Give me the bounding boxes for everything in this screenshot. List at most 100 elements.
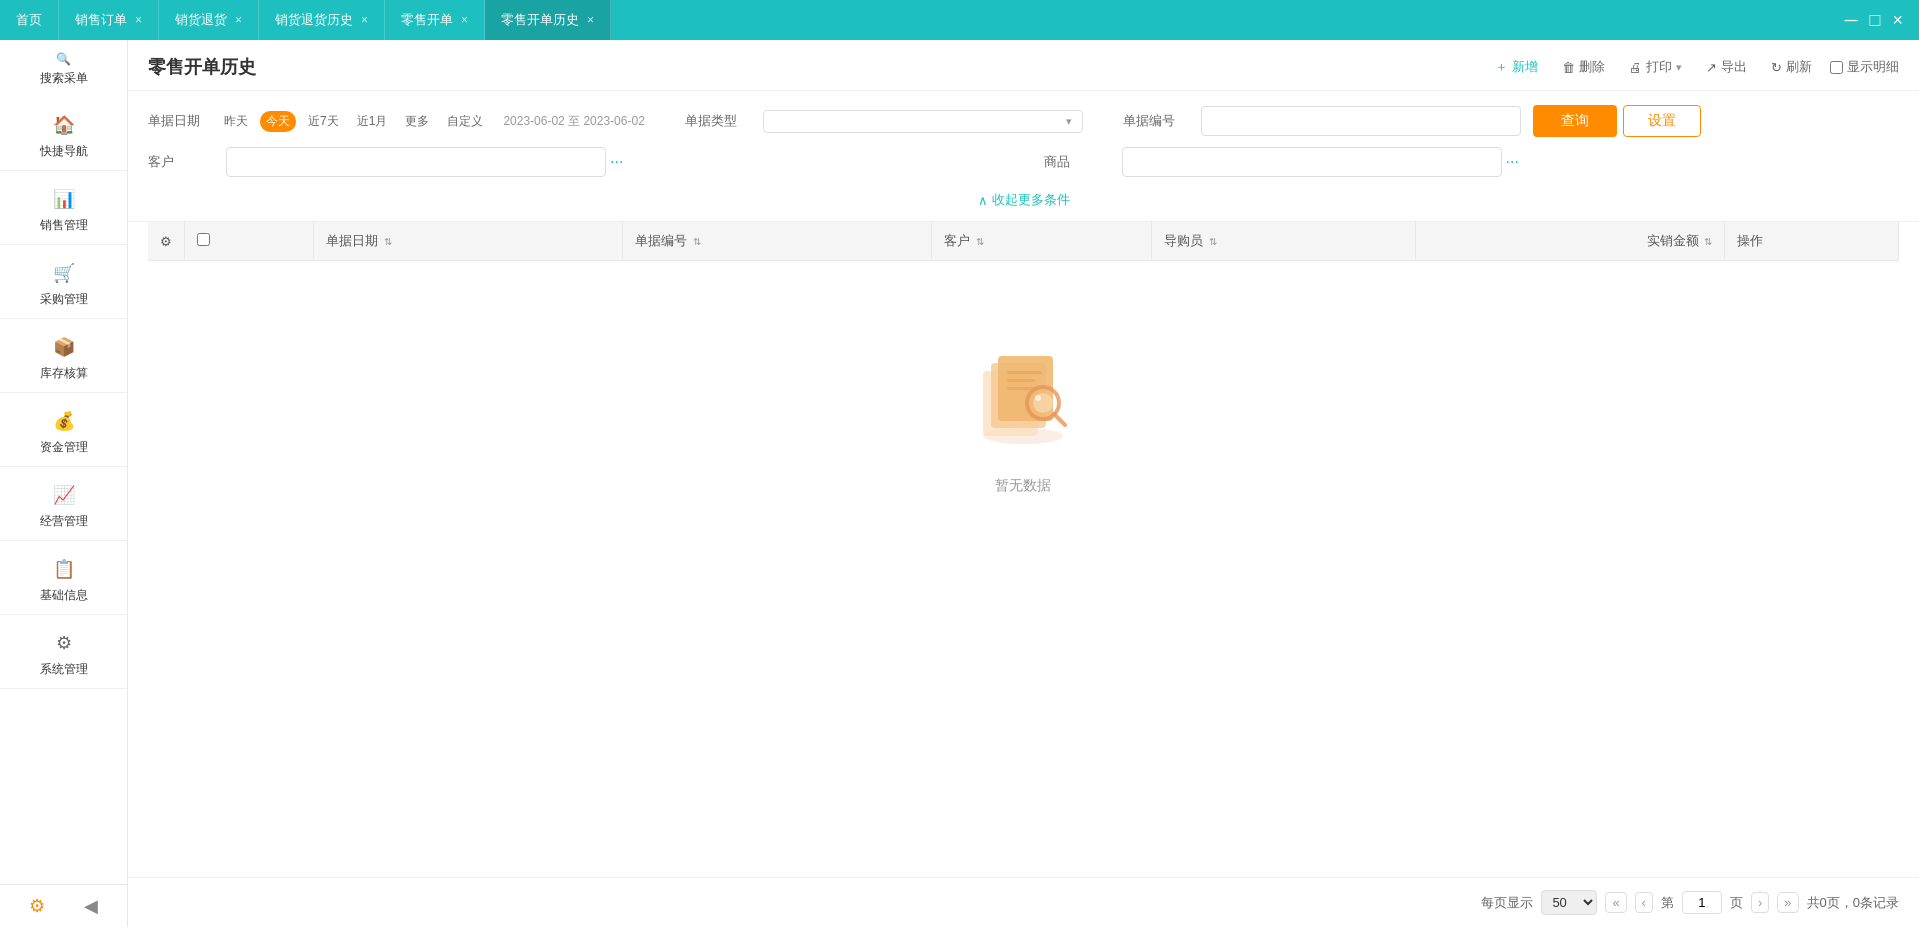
header-actions: ＋ 新增 🗑 删除 🖨 打印 ▾ ↗ 导出 ↻ 刷新 <box>1489 54 1899 80</box>
per-page-select[interactable]: 50 20 100 <box>1541 890 1597 915</box>
col-customer-label: 客户 <box>944 233 970 248</box>
tab-retail-open-close[interactable]: × <box>461 13 468 27</box>
tab-sales-return-history-close[interactable]: × <box>361 13 368 27</box>
sidebar-item-finance-label: 资金管理 <box>40 439 88 456</box>
sort-date-icon: ⇅ <box>384 236 392 247</box>
date-opt-today[interactable]: 今天 <box>260 111 296 132</box>
col-number-label: 单据编号 <box>635 233 687 248</box>
filter-row-1: 单据日期 昨天 今天 近7天 近1月 更多 自定义 2023-06-02 至 2… <box>148 105 1899 137</box>
empty-state: 暂无数据 <box>148 261 1899 575</box>
table-col-customer[interactable]: 客户 ⇅ <box>931 222 1151 261</box>
bill-type-dropdown-icon: ▾ <box>1066 115 1072 128</box>
customer-dots-btn[interactable]: ··· <box>610 153 623 171</box>
empty-text: 暂无数据 <box>995 477 1051 495</box>
sidebar-item-purchase[interactable]: 🛒 采购管理 <box>0 245 127 319</box>
tab-sales-return-history[interactable]: 销货退货历史 × <box>259 0 385 40</box>
data-table: ⚙ 单据日期 ⇅ 单据编号 ⇅ 客户 ⇅ <box>148 222 1899 575</box>
filter-settings-button[interactable]: 设置 <box>1623 105 1701 137</box>
next-page-btn[interactable]: › <box>1751 892 1769 913</box>
tab-sales-return[interactable]: 销货退货 × <box>159 0 259 40</box>
refresh-button[interactable]: ↻ 刷新 <box>1765 54 1818 80</box>
window-close-btn[interactable]: × <box>1892 10 1903 31</box>
date-opt-custom[interactable]: 自定义 <box>441 111 489 132</box>
col-actions-label: 操作 <box>1737 233 1763 248</box>
minimize-btn[interactable]: ─ <box>1845 10 1858 31</box>
table-col-amount[interactable]: 实销金额 ⇅ <box>1416 222 1725 261</box>
date-opt-yesterday[interactable]: 昨天 <box>218 111 254 132</box>
collapse-sidebar-icon[interactable]: ◀ <box>84 895 98 917</box>
per-page-label: 每页显示 <box>1481 894 1533 912</box>
settings-bottom-icon[interactable]: ⚙ <box>29 895 45 917</box>
sidebar-item-inventory[interactable]: 📦 库存核算 <box>0 319 127 393</box>
show-detail-toggle[interactable]: 显示明细 <box>1830 58 1899 76</box>
collapse-filter-row[interactable]: ∧ 收起更多条件 <box>148 187 1899 213</box>
operations-icon: 📈 <box>50 481 78 509</box>
page-header: 零售开单历史 ＋ 新增 🗑 删除 🖨 打印 ▾ ↗ 导出 <box>128 40 1919 91</box>
finance-icon: 💰 <box>50 407 78 435</box>
query-button[interactable]: 查询 <box>1533 105 1617 137</box>
tab-sales-order-label: 销售订单 <box>75 11 127 29</box>
svg-rect-4 <box>1007 371 1042 374</box>
last-page-btn[interactable]: » <box>1777 892 1798 913</box>
home-icon: 🏠 <box>50 111 78 139</box>
date-opt-1month[interactable]: 近1月 <box>351 111 394 132</box>
tab-home[interactable]: 首页 <box>0 0 59 40</box>
sidebar-item-finance[interactable]: 💰 资金管理 <box>0 393 127 467</box>
customer-input[interactable] <box>226 147 606 177</box>
tab-bar: 首页 销售订单 × 销货退货 × 销货退货历史 × 零售开单 × 零售开单历史 … <box>0 0 1845 40</box>
content-area: 零售开单历史 ＋ 新增 🗑 删除 🖨 打印 ▾ ↗ 导出 <box>128 40 1919 927</box>
table-col-guide[interactable]: 导购员 ⇅ <box>1152 222 1416 261</box>
table-col-settings[interactable]: ⚙ <box>148 222 185 261</box>
search-icon: 🔍 <box>56 52 71 66</box>
add-button[interactable]: ＋ 新增 <box>1489 54 1544 80</box>
sidebar-item-system[interactable]: ⚙ 系统管理 <box>0 615 127 689</box>
export-button[interactable]: ↗ 导出 <box>1700 54 1753 80</box>
date-opt-7days[interactable]: 近7天 <box>302 111 345 132</box>
col-amount-label: 实销金额 <box>1647 233 1699 248</box>
maximize-btn[interactable]: □ <box>1870 10 1881 31</box>
table-col-number[interactable]: 单据编号 ⇅ <box>623 222 932 261</box>
date-opt-more[interactable]: 更多 <box>399 111 435 132</box>
table-col-date[interactable]: 单据日期 ⇅ <box>314 222 623 261</box>
page-number-input[interactable] <box>1682 891 1722 914</box>
system-icon: ⚙ <box>50 629 78 657</box>
sidebar-item-search-label: 搜索采单 <box>40 70 88 87</box>
tab-retail-open[interactable]: 零售开单 × <box>385 0 485 40</box>
sidebar-item-sales[interactable]: 📊 销售管理 <box>0 171 127 245</box>
sidebar-item-operations[interactable]: 📈 经营管理 <box>0 467 127 541</box>
tab-sales-order-close[interactable]: × <box>135 13 142 27</box>
tab-home-label: 首页 <box>16 11 42 29</box>
table-col-checkbox[interactable] <box>185 222 314 261</box>
bill-number-input[interactable] <box>1201 106 1521 136</box>
goods-dots-btn[interactable]: ··· <box>1506 153 1519 171</box>
svg-rect-5 <box>1007 379 1035 382</box>
page-title: 零售开单历史 <box>148 55 256 79</box>
sidebar-item-search[interactable]: 🔍 搜索采单 <box>0 40 127 97</box>
top-bar: 首页 销售订单 × 销货退货 × 销货退货历史 × 零售开单 × 零售开单历史 … <box>0 0 1919 40</box>
table-header-row: ⚙ 单据日期 ⇅ 单据编号 ⇅ 客户 ⇅ <box>148 222 1899 261</box>
sidebar-item-nav[interactable]: 🏠 快捷导航 <box>0 97 127 171</box>
date-range-display: 2023-06-02 至 2023-06-02 <box>503 113 644 130</box>
date-filter-options: 昨天 今天 近7天 近1月 更多 自定义 2023-06-02 至 2023-0… <box>218 111 645 132</box>
first-page-btn[interactable]: « <box>1605 892 1626 913</box>
sort-customer-icon: ⇅ <box>976 236 984 247</box>
bill-type-select[interactable]: ▾ <box>763 110 1083 133</box>
select-all-checkbox[interactable] <box>197 233 210 246</box>
filter-row-2: 客户 ··· 商品 ··· <box>148 147 1899 177</box>
tab-retail-history[interactable]: 零售开单历史 × <box>485 0 611 40</box>
svg-point-10 <box>1035 395 1041 401</box>
goods-input[interactable] <box>1122 147 1502 177</box>
tab-sales-return-close[interactable]: × <box>235 13 242 27</box>
sidebar-item-basic[interactable]: 📋 基础信息 <box>0 541 127 615</box>
print-button[interactable]: 🖨 打印 ▾ <box>1623 54 1688 80</box>
sort-number-icon: ⇅ <box>693 236 701 247</box>
delete-label: 删除 <box>1579 58 1605 76</box>
delete-button[interactable]: 🗑 删除 <box>1556 54 1611 80</box>
show-detail-checkbox-input[interactable] <box>1830 61 1843 74</box>
tab-sales-order[interactable]: 销售订单 × <box>59 0 159 40</box>
tab-retail-history-close[interactable]: × <box>587 13 594 27</box>
main-layout: 🔍 搜索采单 🏠 快捷导航 📊 销售管理 🛒 采购管理 📦 库存核算 💰 资金管… <box>0 40 1919 927</box>
bill-number-label: 单据编号 <box>1123 112 1193 130</box>
prev-page-btn[interactable]: ‹ <box>1635 892 1653 913</box>
print-icon: 🖨 <box>1629 60 1642 75</box>
